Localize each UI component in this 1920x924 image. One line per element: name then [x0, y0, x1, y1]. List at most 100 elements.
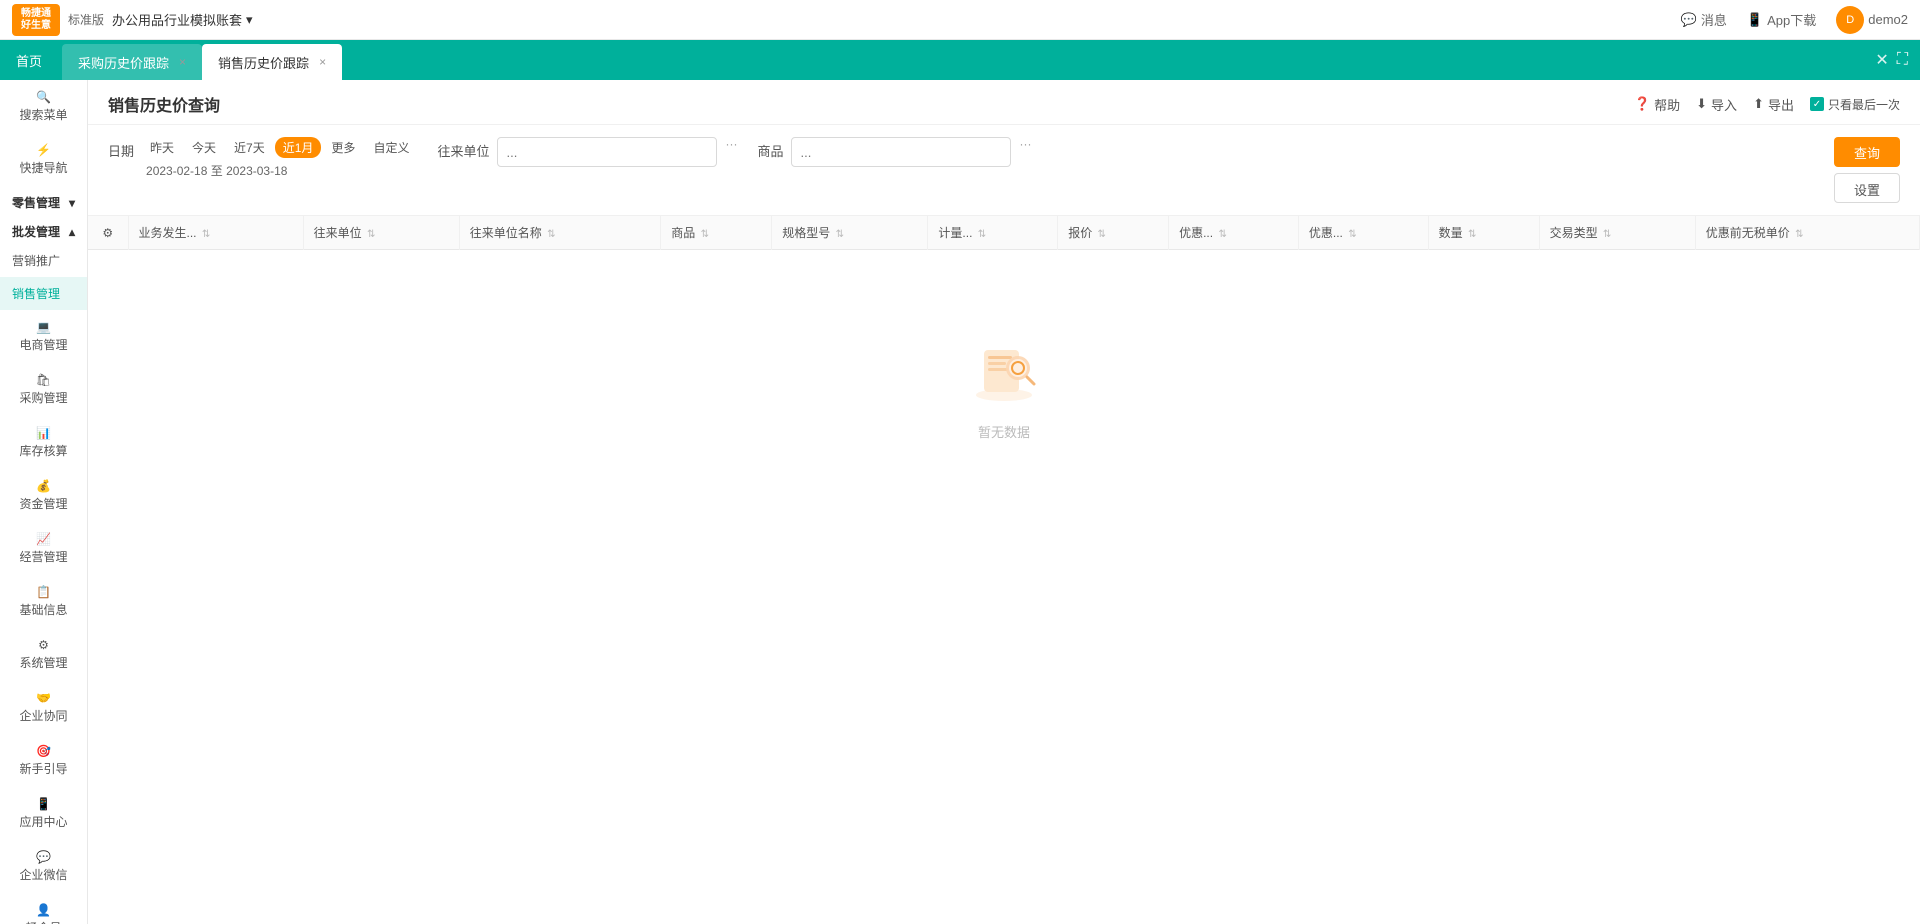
sort-icon: ⇅ — [1348, 229, 1356, 240]
export-button[interactable]: ⬆ 导出 — [1753, 95, 1794, 114]
data-table: ⚙ 业务发生... ⇅ 往来单位 ⇅ 往来单位名称 ⇅ — [88, 216, 1920, 250]
sort-icon: ⇅ — [1603, 229, 1611, 240]
sidebar-item-marketing[interactable]: 营销推广 — [0, 244, 87, 277]
partner-filter-group: 往来单位 ··· — [437, 137, 737, 167]
guide-icon: 🎯 — [36, 744, 51, 758]
col-discount2[interactable]: 优惠... ⇅ — [1298, 216, 1428, 250]
import-icon: ⬇ — [1696, 96, 1707, 112]
tab-home[interactable]: 首页 — [0, 40, 58, 80]
date-opt-last7days[interactable]: 近7天 — [226, 137, 273, 158]
app-center-icon: 📱 — [36, 797, 51, 811]
chevron-up-icon: ▴ — [69, 225, 75, 239]
product-filter-group: 商品 ··· — [757, 137, 1031, 167]
empty-text: 暂无数据 — [978, 422, 1030, 441]
finance-icon: 💰 — [36, 479, 51, 493]
sidebar-item-wholesale-mgmt[interactable]: 批发管理 ▴ — [0, 215, 87, 244]
date-range-display: 2023-02-18 至 2023-03-18 — [142, 162, 417, 179]
col-spec[interactable]: 规格型号 ⇅ — [772, 216, 928, 250]
partner-more-icon[interactable]: ··· — [725, 137, 737, 151]
fullscreen-icon[interactable]: ⛶ — [1897, 51, 1908, 69]
top-bar: 畅捷通 好生意 标准版 办公用品行业模拟账套 ▾ 💬 消息 📱 App下载 D … — [0, 0, 1920, 40]
query-button[interactable]: 查询 — [1834, 137, 1900, 167]
sidebar-item-operations[interactable]: 📈 经营管理 — [0, 522, 87, 575]
tab-close-purchase[interactable]: × — [179, 55, 186, 69]
close-all-icon[interactable]: ✕ — [1875, 50, 1888, 70]
chevron-down-icon: ▾ — [246, 12, 253, 28]
partner-input[interactable] — [497, 137, 717, 167]
main-layout: 🔍 搜索菜单 ⚡ 快捷导航 零售管理 ▾ 批发管理 ▴ 营销推广 销售管理 💻 … — [0, 80, 1920, 924]
date-opt-today[interactable]: 今天 — [184, 137, 224, 158]
sidebar-item-search-menu[interactable]: 🔍 搜索菜单 — [0, 80, 87, 133]
col-settings[interactable]: ⚙ — [88, 216, 128, 250]
col-product[interactable]: 商品 ⇅ — [661, 216, 772, 250]
basic-info-icon: 📋 — [36, 585, 51, 599]
tab-purchase-history[interactable]: 采购历史价跟踪 × — [62, 44, 202, 80]
sidebar-item-new-guide[interactable]: 🎯 新手引导 — [0, 734, 87, 787]
col-trade-type[interactable]: 交易类型 ⇅ — [1539, 216, 1695, 250]
sidebar-item-finance[interactable]: 💰 资金管理 — [0, 469, 87, 522]
product-filter-label: 商品 — [757, 137, 783, 160]
sort-icon: ⇅ — [1795, 229, 1803, 240]
user-menu[interactable]: D demo2 — [1836, 6, 1908, 34]
sort-icon: ⇅ — [1098, 229, 1106, 240]
page-header-actions: ❓ 帮助 ⬇ 导入 ⬆ 导出 ✓ 只看最后一次 — [1634, 95, 1900, 114]
date-filter-label: 日期 — [108, 137, 134, 160]
app-download-button[interactable]: 📱 App下载 — [1747, 10, 1816, 29]
col-quantity[interactable]: 数量 ⇅ — [1428, 216, 1539, 250]
sidebar-item-basic-info[interactable]: 📋 基础信息 — [0, 575, 87, 628]
col-pre-tax-price[interactable]: 优惠前无税单价 ⇅ — [1695, 216, 1919, 250]
sidebar: 🔍 搜索菜单 ⚡ 快捷导航 零售管理 ▾ 批发管理 ▴ 营销推广 销售管理 💻 … — [0, 80, 88, 924]
sort-icon: ⇅ — [202, 229, 210, 240]
tab-sales-history[interactable]: 销售历史价跟踪 × — [202, 44, 342, 80]
top-bar-right: 💬 消息 📱 App下载 D demo2 — [1681, 6, 1908, 34]
sidebar-item-inventory[interactable]: 📊 库存核算 — [0, 416, 87, 469]
avatar: D — [1836, 6, 1864, 34]
sidebar-item-retail-mgmt[interactable]: 零售管理 ▾ — [0, 186, 87, 215]
member-icon: 👤 — [36, 903, 51, 917]
content-inner: 销售历史价查询 ❓ 帮助 ⬇ 导入 ⬆ 导出 ✓ — [88, 80, 1920, 924]
purchase-icon: 🛍 — [36, 373, 51, 387]
only-latest-checkbox[interactable]: ✓ 只看最后一次 — [1810, 96, 1900, 113]
inventory-icon: 📊 — [36, 426, 51, 440]
date-filter-group: 日期 昨天 今天 近7天 近1月 更多 自定义 2023-02-18 至 202… — [108, 137, 417, 179]
col-partner-name[interactable]: 往来单位名称 ⇅ — [459, 216, 661, 250]
sidebar-item-enterprise-collab[interactable]: 🤝 企业协同 — [0, 681, 87, 734]
search-icon: 🔍 — [36, 90, 51, 104]
help-icon: ❓ — [1634, 96, 1650, 112]
message-button[interactable]: 💬 消息 — [1681, 10, 1727, 29]
help-button[interactable]: ❓ 帮助 — [1634, 95, 1680, 114]
sort-icon: ⇅ — [367, 229, 375, 240]
col-discount1[interactable]: 优惠... ⇅ — [1169, 216, 1299, 250]
col-unit[interactable]: 计量... ⇅ — [928, 216, 1058, 250]
date-opt-yesterday[interactable]: 昨天 — [142, 137, 182, 158]
setting-button[interactable]: 设置 — [1834, 173, 1900, 203]
product-more-icon[interactable]: ··· — [1019, 137, 1031, 151]
sort-icon: ⇅ — [1468, 229, 1476, 240]
sidebar-item-quick-nav[interactable]: ⚡ 快捷导航 — [0, 133, 87, 186]
sidebar-item-member[interactable]: 👤 畅会员 — [0, 893, 87, 924]
sidebar-item-app-center[interactable]: 📱 应用中心 — [0, 787, 87, 840]
sidebar-item-sales-mgmt[interactable]: 销售管理 — [0, 277, 87, 310]
date-opt-last1month[interactable]: 近1月 — [275, 137, 322, 158]
app-logo: 畅捷通 好生意 — [12, 4, 60, 36]
sidebar-item-system[interactable]: ⚙ 系统管理 — [0, 628, 87, 681]
col-partner-code[interactable]: 往来单位 ⇅ — [303, 216, 459, 250]
sidebar-item-enterprise-wechat[interactable]: 💬 企业微信 — [0, 840, 87, 893]
date-opt-more[interactable]: 更多 — [323, 137, 363, 158]
app-subtitle: 标准版 — [68, 11, 104, 28]
chevron-down-icon: ▾ — [69, 196, 75, 210]
collab-icon: 🤝 — [36, 691, 51, 705]
sidebar-item-ecommerce[interactable]: 💻 电商管理 — [0, 310, 87, 363]
account-selector[interactable]: 办公用品行业模拟账套 ▾ — [112, 10, 253, 29]
table-container: ⚙ 业务发生... ⇅ 往来单位 ⇅ 往来单位名称 ⇅ — [88, 216, 1920, 924]
date-filter-options: 昨天 今天 近7天 近1月 更多 自定义 2023-02-18 至 2023-0… — [142, 137, 417, 179]
sidebar-item-purchase[interactable]: 🛍 采购管理 — [0, 363, 87, 416]
tab-close-sales[interactable]: × — [319, 55, 326, 69]
col-biz-date[interactable]: 业务发生... ⇅ — [128, 216, 303, 250]
page-title: 销售历史价查询 — [108, 92, 220, 116]
col-quote[interactable]: 报价 ⇅ — [1058, 216, 1169, 250]
product-input[interactable] — [791, 137, 1011, 167]
import-button[interactable]: ⬇ 导入 — [1696, 95, 1737, 114]
date-opt-custom[interactable]: 自定义 — [365, 137, 417, 158]
page-header: 销售历史价查询 ❓ 帮助 ⬇ 导入 ⬆ 导出 ✓ — [88, 80, 1920, 125]
